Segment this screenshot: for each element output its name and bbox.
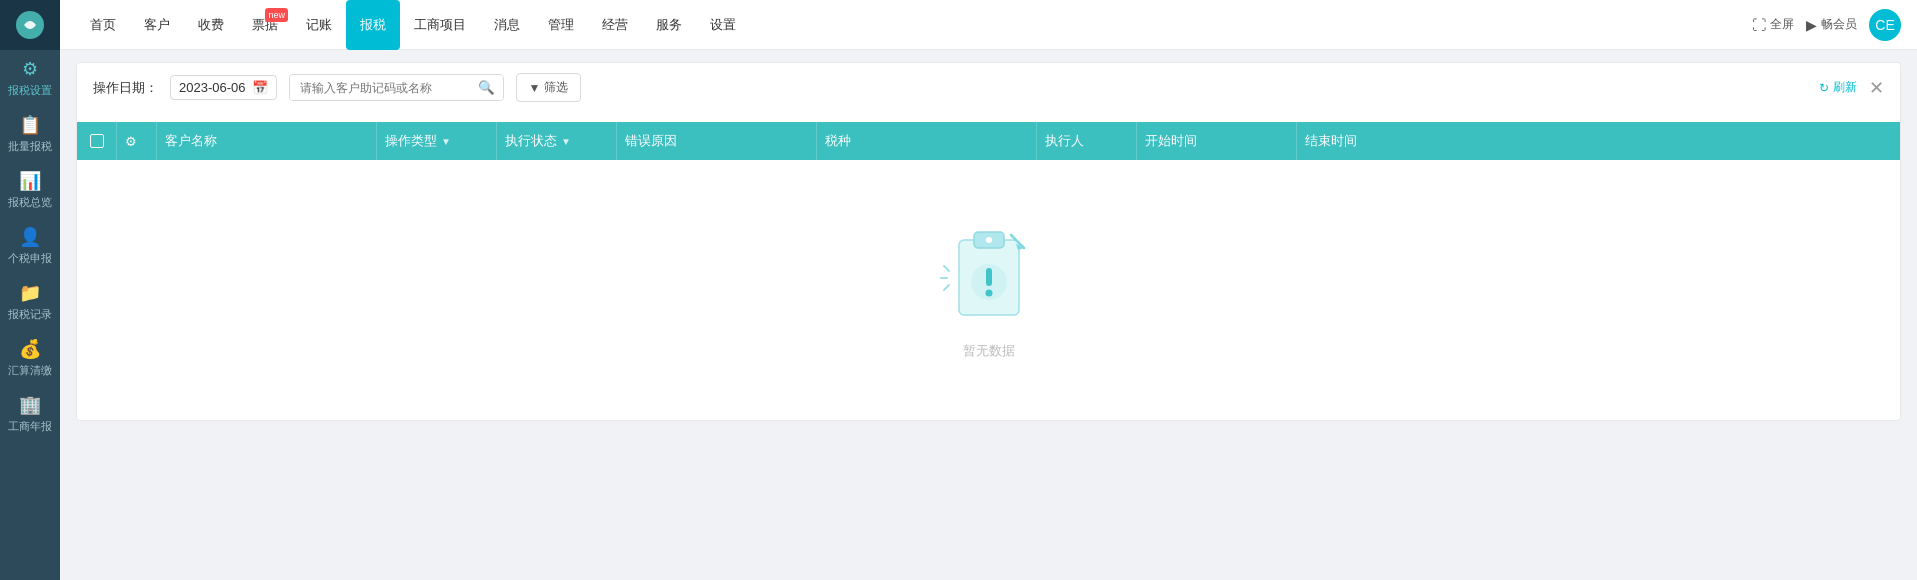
building-icon: 🏢 [19, 394, 41, 416]
filter-button[interactable]: ▼ 筛选 [516, 73, 582, 102]
sidebar-item-gongshang-nianbao[interactable]: 🏢 工商年报 [0, 386, 60, 442]
svg-line-9 [944, 285, 949, 290]
sidebar: ⚙ 报税设置 📋 批量报税 📊 报税总览 👤 个税申报 📁 报税记录 💰 汇算清… [0, 0, 60, 580]
svg-line-11 [944, 266, 949, 271]
video-icon: ▶ [1806, 17, 1817, 33]
date-value: 2023-06-06 [179, 80, 246, 95]
member-button[interactable]: ▶ 畅会员 [1806, 16, 1857, 33]
sidebar-item-label: 报税总览 [8, 195, 52, 210]
th-exec-status[interactable]: 执行状态 ▼ [497, 122, 617, 160]
th-settings: ⚙ [117, 122, 157, 160]
content: 操作日期： 2023-06-06 📅 🔍 ▼ 筛选 ↻ [60, 50, 1917, 580]
nav-baoshui[interactable]: 报税 [346, 0, 400, 50]
money-icon: 💰 [19, 338, 41, 360]
nav-guanli[interactable]: 管理 [534, 0, 588, 50]
refresh-icon: ↻ [1819, 81, 1829, 95]
new-badge: new [265, 8, 288, 22]
nav-piaoju[interactable]: 票据 new [238, 0, 292, 50]
th-customer-name: 客户名称 [157, 122, 377, 160]
th-error-reason: 错误原因 [617, 122, 817, 160]
fullscreen-button[interactable]: ⛶ 全屏 [1752, 16, 1794, 33]
search-icon: 🔍 [478, 80, 495, 95]
sidebar-item-baoshui-jilu[interactable]: 📁 报税记录 [0, 274, 60, 330]
table-container: 操作日期： 2023-06-06 📅 🔍 ▼ 筛选 ↻ [76, 62, 1901, 421]
calendar-icon: 📅 [252, 80, 268, 95]
nav-xiaoxi[interactable]: 消息 [480, 0, 534, 50]
th-end-time: 结束时间 [1297, 122, 1417, 160]
sidebar-item-label: 批量报税 [8, 139, 52, 154]
th-operation-type[interactable]: 操作类型 ▼ [377, 122, 497, 160]
fullscreen-icon: ⛶ [1752, 17, 1766, 33]
sort-icon: ▼ [561, 136, 571, 147]
th-checkbox [77, 122, 117, 160]
sidebar-item-label: 工商年报 [8, 419, 52, 434]
close-button[interactable]: ✕ [1869, 77, 1884, 99]
th-tax-type: 税种 [817, 122, 1037, 160]
svg-point-3 [986, 237, 992, 243]
th-executor: 执行人 [1037, 122, 1137, 160]
refresh-button[interactable]: ↻ 刷新 [1819, 79, 1857, 96]
sidebar-item-geshui[interactable]: 👤 个税申报 [0, 218, 60, 274]
svg-point-6 [985, 290, 992, 297]
sidebar-item-label: 个税申报 [8, 251, 52, 266]
nav-jingying[interactable]: 经营 [588, 0, 642, 50]
nav-home[interactable]: 首页 [76, 0, 130, 50]
batch-tax-icon: 📋 [19, 114, 41, 136]
empty-text: 暂无数据 [963, 342, 1015, 360]
th-start-time: 开始时间 [1137, 122, 1297, 160]
select-all-checkbox[interactable] [90, 134, 104, 148]
date-picker[interactable]: 2023-06-06 📅 [170, 75, 277, 100]
sidebar-item-label: 报税记录 [8, 307, 52, 322]
topnav-right: ⛶ 全屏 ▶ 畅会员 CE [1752, 9, 1901, 41]
overview-icon: 📊 [19, 170, 41, 192]
nav-fuwu[interactable]: 服务 [642, 0, 696, 50]
nav-shoufei[interactable]: 收费 [184, 0, 238, 50]
sidebar-item-baoshui-shezhi[interactable]: ⚙ 报税设置 [0, 50, 60, 106]
sidebar-item-label: 汇算清缴 [8, 363, 52, 378]
sidebar-item-piliangbaoshui[interactable]: 📋 批量报税 [0, 106, 60, 162]
topnav: 首页 客户 收费 票据 new 记账 报税 工商项目 消息 管理 经营 [60, 0, 1917, 50]
sidebar-logo [0, 0, 60, 50]
toolbar: 操作日期： 2023-06-06 📅 🔍 ▼ 筛选 ↻ [77, 63, 1900, 112]
person-icon: 👤 [19, 226, 41, 248]
settings-col-icon[interactable]: ⚙ [125, 134, 137, 149]
filter-icon: ▼ [529, 81, 541, 95]
svg-rect-5 [986, 268, 992, 286]
avatar[interactable]: CE [1869, 9, 1901, 41]
settings-icon: ⚙ [22, 58, 38, 80]
sidebar-item-huisuan[interactable]: 💰 汇算清缴 [0, 330, 60, 386]
main-area: 首页 客户 收费 票据 new 记账 报税 工商项目 消息 管理 经营 [60, 0, 1917, 580]
sidebar-item-label: 报税设置 [8, 83, 52, 98]
record-icon: 📁 [19, 282, 41, 304]
table-header: ⚙ 客户名称 操作类型 ▼ 执行状态 ▼ 错误原因 税种 [77, 122, 1900, 160]
search-box: 🔍 [289, 74, 504, 101]
sort-icon: ▼ [441, 136, 451, 147]
sidebar-item-baoshui-zonglan[interactable]: 📊 报税总览 [0, 162, 60, 218]
nav-shezhi[interactable]: 设置 [696, 0, 750, 50]
nav-customer[interactable]: 客户 [130, 0, 184, 50]
search-input[interactable] [290, 76, 470, 100]
search-button[interactable]: 🔍 [470, 75, 503, 100]
date-label: 操作日期： [93, 79, 158, 97]
nav-gongshang[interactable]: 工商项目 [400, 0, 480, 50]
nav-jizhang[interactable]: 记账 [292, 0, 346, 50]
empty-state: 暂无数据 [77, 160, 1900, 420]
empty-illustration [939, 220, 1039, 330]
toolbar-right: ↻ 刷新 ✕ [1819, 77, 1884, 99]
